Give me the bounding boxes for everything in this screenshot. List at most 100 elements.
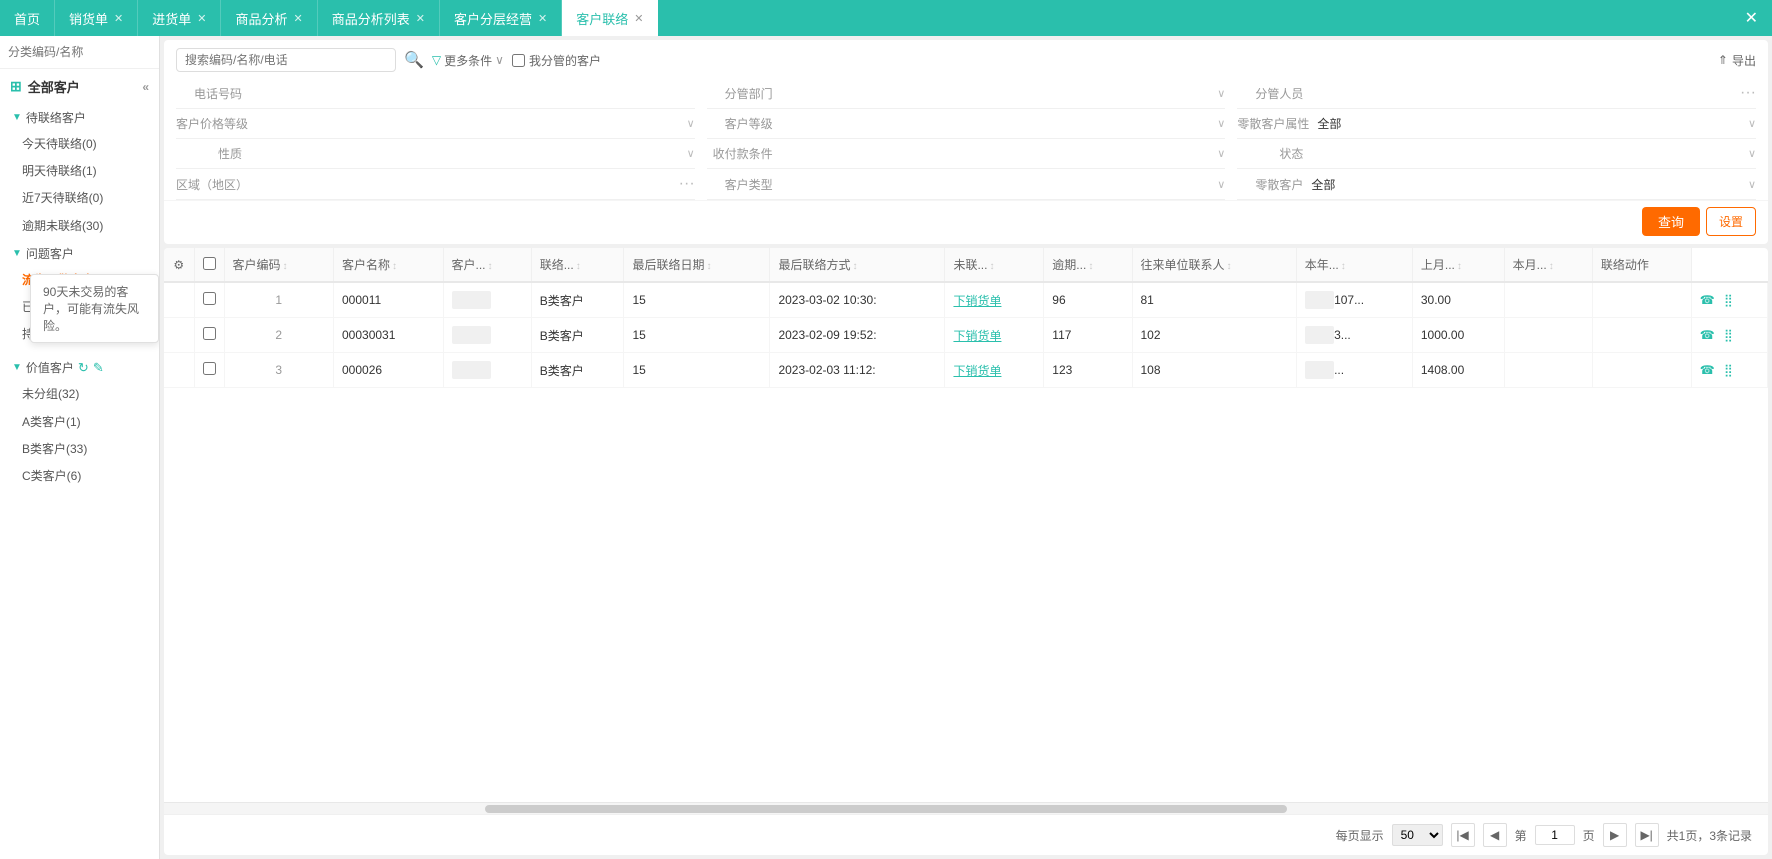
filter-price-tier-arrow[interactable]: ∨: [687, 117, 695, 130]
tab-analysis-close[interactable]: ✕: [294, 12, 303, 25]
row-actions[interactable]: ☎ ⣿: [1691, 282, 1767, 318]
filter-nature-arrow[interactable]: ∨: [687, 147, 695, 160]
filter-price-tier-input[interactable]: [256, 117, 683, 131]
row-last-method[interactable]: 下销货单: [945, 282, 1044, 318]
sidebar-group-value[interactable]: ▼ 价值客户 ↻ ✎: [0, 354, 159, 381]
window-close-button[interactable]: ✕: [1731, 8, 1772, 28]
row-action-phone-icon[interactable]: ☎: [1700, 293, 1715, 307]
tab-home[interactable]: 首页: [0, 0, 55, 36]
th-uncontacted[interactable]: 未联...↕: [945, 248, 1044, 282]
filter-more-button[interactable]: ▽ 更多条件 ∨: [432, 52, 504, 69]
row-action-phone-icon[interactable]: ☎: [1700, 328, 1715, 342]
table-scroll[interactable]: ⚙ 客户编码↕ 客户名称↕ 客户...↕ 联络...↕ 最后联络日期↕ 最后联络…: [164, 248, 1768, 802]
row-method-link[interactable]: 下销货单: [953, 329, 1001, 343]
sidebar-collapse-icon[interactable]: «: [142, 80, 149, 94]
th-overdue[interactable]: 逾期...↕: [1044, 248, 1132, 282]
row-action-phone-icon[interactable]: ☎: [1700, 363, 1715, 377]
row-last-method[interactable]: 下销货单: [945, 318, 1044, 353]
filter-customer-tier-input[interactable]: [781, 117, 1214, 131]
filter-status-arrow[interactable]: ∨: [1748, 147, 1756, 160]
th-this-year[interactable]: 本年...↕: [1296, 248, 1412, 282]
filter-search-button[interactable]: 🔍: [404, 50, 424, 70]
tab-sales-close[interactable]: ✕: [114, 12, 123, 25]
th-code[interactable]: 客户编码↕: [224, 248, 334, 282]
filter-payment-input[interactable]: [781, 147, 1214, 161]
th-last-month[interactable]: 上月...↕: [1412, 248, 1504, 282]
my-customers-checkbox[interactable]: [512, 54, 525, 67]
sidebar-item-7days[interactable]: 近7天待联络(0): [0, 185, 159, 212]
row-action-more-icon[interactable]: ⣿: [1724, 293, 1733, 307]
tab-analysis-list[interactable]: 商品分析列表 ✕: [318, 0, 440, 36]
row-action-more-icon[interactable]: ⣿: [1724, 328, 1733, 342]
select-all-checkbox[interactable]: [203, 257, 216, 270]
filter-nature-input[interactable]: [250, 147, 683, 161]
filter-retail-attr-arrow[interactable]: ∨: [1748, 117, 1756, 130]
tab-customer-contact-close[interactable]: ✕: [634, 12, 643, 25]
row-checkbox[interactable]: [203, 362, 216, 375]
per-page-select[interactable]: 50 100 200: [1392, 824, 1443, 846]
scroll-thumb[interactable]: [485, 805, 1287, 813]
row-method-link[interactable]: 下销货单: [953, 294, 1001, 308]
settings-button[interactable]: 设置: [1706, 207, 1756, 236]
last-page-button[interactable]: ▶|: [1635, 823, 1659, 847]
next-page-button[interactable]: ▶: [1603, 823, 1627, 847]
filter-region-input[interactable]: [256, 177, 675, 191]
first-page-button[interactable]: |◀: [1451, 823, 1475, 847]
row-actions[interactable]: ☎ ⣿: [1691, 318, 1767, 353]
tab-analysis[interactable]: 商品分析 ✕: [221, 0, 317, 36]
filter-dept-arrow[interactable]: ∨: [1217, 87, 1225, 100]
sidebar-item-c-class[interactable]: C类客户(6): [0, 463, 159, 490]
edit-icon-value[interactable]: ✎: [93, 360, 104, 376]
sidebar-item-tomorrow[interactable]: 明天待联络(1): [0, 158, 159, 185]
tab-customer-tier[interactable]: 客户分层经营 ✕: [440, 0, 562, 36]
tab-analysis-list-close[interactable]: ✕: [416, 12, 425, 25]
th-last-date[interactable]: 最后联络日期↕: [624, 248, 770, 282]
my-customers-check[interactable]: 我分管的客户: [512, 52, 601, 69]
sidebar-item-b-class[interactable]: B类客户(33): [0, 436, 159, 463]
th-contacts[interactable]: 往来单位联系人↕: [1132, 248, 1296, 282]
filter-dept-input[interactable]: [781, 86, 1214, 100]
tab-customer-contact[interactable]: 客户联络 ✕: [562, 0, 658, 36]
prev-page-button[interactable]: ◀: [1483, 823, 1507, 847]
all-customers-header[interactable]: ⊞ 全部客户 «: [0, 69, 159, 104]
th-settings[interactable]: ⚙: [164, 248, 194, 282]
th-this-month[interactable]: 本月...↕: [1504, 248, 1592, 282]
sidebar-item-ungroup[interactable]: 未分组(32): [0, 381, 159, 408]
filter-customer-type-input[interactable]: [781, 177, 1214, 191]
tab-purchase[interactable]: 进货单 ✕: [138, 0, 221, 36]
filter-region-dots[interactable]: ···: [679, 175, 695, 193]
sidebar-item-a-class[interactable]: A类客户(1): [0, 409, 159, 436]
filter-manager-dots[interactable]: ···: [1740, 84, 1756, 102]
sidebar-group-pending[interactable]: ▼ 待联络客户: [0, 104, 159, 131]
th-customer-type[interactable]: 客户...↕: [443, 248, 531, 282]
sidebar-group-problem[interactable]: ▼ 问题客户: [0, 240, 159, 267]
sidebar-search-input[interactable]: [8, 45, 160, 59]
filter-manager-input[interactable]: [1311, 86, 1736, 100]
row-checkbox-cell[interactable]: [194, 282, 224, 318]
filter-customer-tier-arrow[interactable]: ∨: [1217, 117, 1225, 130]
query-button[interactable]: 查询: [1642, 207, 1700, 236]
tab-sales[interactable]: 销货单 ✕: [55, 0, 138, 36]
tab-customer-tier-close[interactable]: ✕: [538, 12, 547, 25]
th-name[interactable]: 客户名称↕: [334, 248, 444, 282]
row-checkbox-cell[interactable]: [194, 353, 224, 388]
sidebar-item-today[interactable]: 今天待联络(0): [0, 131, 159, 158]
row-actions[interactable]: ☎ ⣿: [1691, 353, 1767, 388]
tab-purchase-close[interactable]: ✕: [197, 12, 206, 25]
row-method-link[interactable]: 下销货单: [953, 364, 1001, 378]
filter-search-input[interactable]: [176, 48, 396, 72]
refresh-icon-value[interactable]: ↻: [78, 360, 89, 376]
filter-status-input[interactable]: [1311, 147, 1744, 161]
page-number-input[interactable]: 1: [1535, 825, 1575, 845]
row-action-more-icon[interactable]: ⣿: [1724, 363, 1733, 377]
th-checkbox[interactable]: [194, 248, 224, 282]
th-contact-num[interactable]: 联络...↕: [531, 248, 624, 282]
row-checkbox[interactable]: [203, 327, 216, 340]
export-button[interactable]: ⇑ 导出: [1718, 52, 1756, 69]
row-last-method[interactable]: 下销货单: [945, 353, 1044, 388]
row-checkbox-cell[interactable]: [194, 318, 224, 353]
filter-customer-type-arrow[interactable]: ∨: [1217, 178, 1225, 191]
th-last-method[interactable]: 最后联络方式↕: [770, 248, 945, 282]
filter-retail-customer-arrow[interactable]: ∨: [1748, 178, 1756, 191]
sidebar-item-overdue[interactable]: 逾期未联络(30): [0, 213, 159, 240]
